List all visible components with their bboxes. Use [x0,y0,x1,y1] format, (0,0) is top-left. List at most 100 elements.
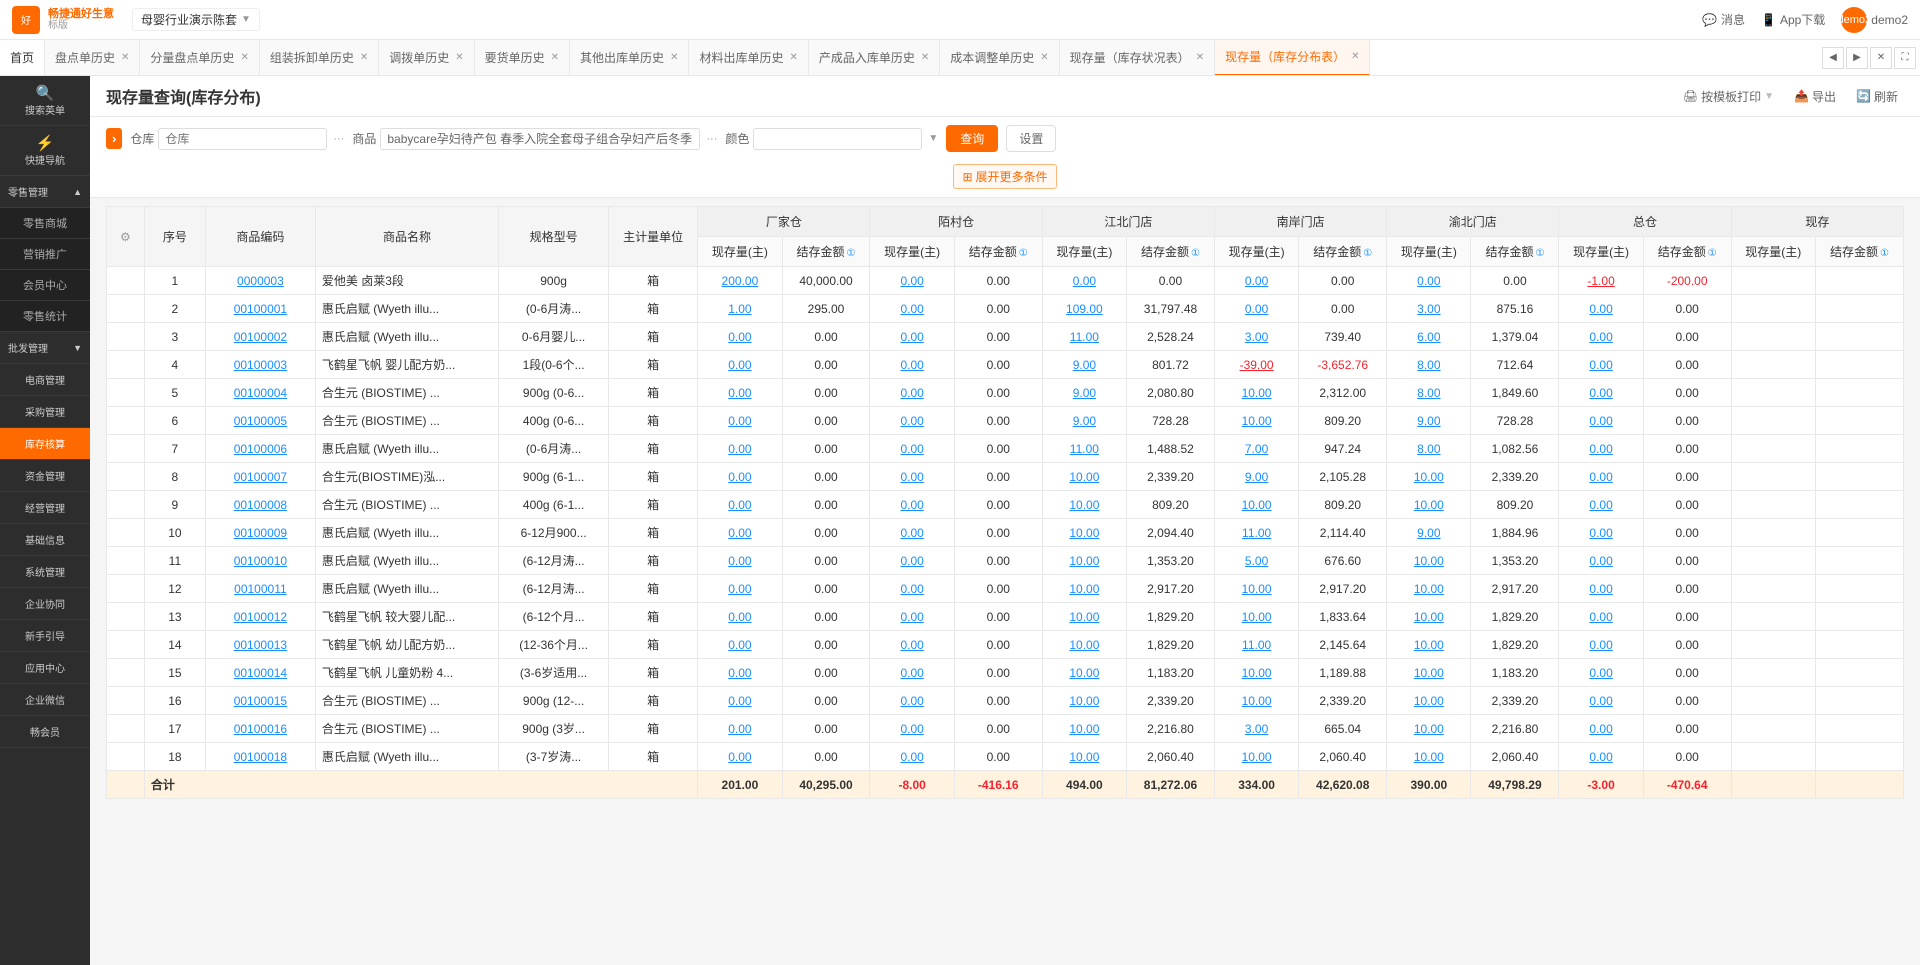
data-table: ⚙ 序号 商品编码 商品名称 规格型号 主计量单位 厂家仓 陌村仓 江北门店 南… [106,206,1904,799]
sidebar-item-guide[interactable]: 新手引导 [0,620,90,652]
sidebar-item-retail[interactable]: 零售管理 ▲ [0,176,90,208]
warehouse-dots[interactable]: ··· [333,133,344,145]
sidebar-submenu-retail: 零售商城 营销推广 会员中心 零售统计 [0,208,90,332]
tab-inventory-history[interactable]: 盘点单历史 ✕ [45,40,140,76]
sidebar-item-ecom[interactable]: 电商管理 [0,364,90,396]
col-yubei-amt: 结存金额① [1471,237,1559,267]
tab-outbound-history[interactable]: 其他出库单历史 ✕ [570,40,689,76]
expand-conditions-btn[interactable]: ⊞ 展开更多条件 [953,164,1056,189]
tab-request-history[interactable]: 要货单历史 ✕ [475,40,570,76]
col-name-header: 商品名称 [315,207,498,267]
logo-text: 畅捷通好生意 标版 [48,8,114,31]
sidebar-item-purchase[interactable]: 采购管理 [0,396,90,428]
table-row: 4 00100003 飞鹤星飞帆 婴儿配方奶... 1段(0-6个... 箱 0… [107,351,1904,379]
tab-bar: 首页 盘点单历史 ✕ 分量盘点单历史 ✕ 组装拆卸单历史 ✕ 调拨单历史 ✕ 要… [0,40,1920,76]
table-row: 18 00100018 惠氏启赋 (Wyeth illu... (3-7岁涛..… [107,743,1904,771]
filter-warehouse: 仓库 ··· [130,128,344,150]
app-download-btn[interactable]: 📱 App下载 [1761,11,1825,28]
sidebar-item-system[interactable]: 系统管理 [0,556,90,588]
col-code-header: 商品编码 [205,207,315,267]
table-row: 13 00100012 飞鹤星飞帆 较大婴儿配... (6-12个月... 箱 … [107,603,1904,631]
color-input[interactable] [753,128,922,150]
col-yubei-qty: 现存量(主) [1387,237,1471,267]
sidebar-item-corp[interactable]: 企业协同 [0,588,90,620]
sidebar-item-quick[interactable]: ⚡ 快捷导航 [0,126,90,176]
sidebar-item-wechat[interactable]: 企业微信 [0,684,90,716]
sidebar-item-retail-shop[interactable]: 零售商城 [0,208,90,239]
table-row: 16 00100015 合生元 (BIOSTIME) ... 900g (12-… [107,687,1904,715]
filter-product: 商品 ··· [352,128,717,150]
table-row: 8 00100007 合生元(BIOSTIME)泓... 900g (6-1..… [107,463,1904,491]
top-bar: 好 畅捷通好生意 标版 母婴行业演示陈套 ▼ 💬 消息 📱 App下载 demo… [0,0,1920,40]
col-nanan-qty: 现存量(主) [1214,237,1298,267]
col-factory-amt: 结存金额① [782,237,870,267]
message-btn[interactable]: 💬 消息 [1702,11,1745,28]
col-spec-header: 规格型号 [499,207,609,267]
sidebar-item-finance[interactable]: 资金管理 [0,460,90,492]
tab-close-btn[interactable]: ✕ [1870,47,1892,69]
col-nanan-header: 南岸门店 [1214,207,1386,237]
print-btn[interactable]: 🖨 按模板打印 ▼ [1677,85,1780,108]
sidebar-item-marketing[interactable]: 营销推广 [0,239,90,270]
tab-material-outbound[interactable]: 材料出库单历史 ✕ [689,40,808,76]
tab-maximize-btn[interactable]: ⛶ [1894,47,1916,69]
tab-partial-history[interactable]: 分量盘点单历史 ✕ [140,40,259,76]
filter-color: 颜色 ▼ [725,128,938,150]
sidebar-item-search[interactable]: 🔍 搜索英单 [0,76,90,126]
col-nanan-amt: 结存金额① [1299,237,1387,267]
sidebar-item-wholesale[interactable]: 批发管理 ▼ [0,332,90,364]
expand-more-bar: ⊞ 展开更多条件 [106,164,1904,189]
col-mocun-qty: 现存量(主) [870,237,954,267]
sidebar-item-basic[interactable]: 基础信息 [0,524,90,556]
table-row: 2 00100001 惠氏启赋 (Wyeth illu... (0-6月涛...… [107,295,1904,323]
table-row: 11 00100010 惠氏启赋 (Wyeth illu... (6-12月涛.… [107,547,1904,575]
filter-expand-btn[interactable]: › [106,128,122,149]
settings-button[interactable]: 设置 [1006,125,1056,152]
sidebar-item-member2[interactable]: 畅会员 [0,716,90,748]
sidebar-item-member[interactable]: 会员中心 [0,270,90,301]
sidebar-item-inventory[interactable]: 库存核算 [0,428,90,460]
column-settings-icon[interactable]: ⚙ [116,228,134,246]
refresh-btn[interactable]: 🔄 刷新 [1850,85,1904,108]
user-info[interactable]: demo2 demo2 [1841,7,1908,33]
table-row: 14 00100013 飞鹤星飞帆 幼儿配方奶... (12-36个月... 箱… [107,631,1904,659]
col-current-qty: 现存量(主) [1731,237,1815,267]
tab-cost-adjust[interactable]: 成本调整单历史 ✕ [940,40,1059,76]
tab-home[interactable]: 首页 [0,40,45,76]
warehouse-input[interactable] [158,128,327,150]
table-row: 7 00100006 惠氏启赋 (Wyeth illu... (0-6月涛...… [107,435,1904,463]
logo-icon: 好 [12,6,40,34]
tab-prev-btn[interactable]: ◀ [1822,47,1844,69]
page-title: 现存量查询(库存分布) [106,84,261,108]
tab-finished-inbound[interactable]: 产成品入库单历史 ✕ [809,40,940,76]
col-total-qty: 现存量(主) [1559,237,1643,267]
industry-dropdown[interactable]: 母婴行业演示陈套 ▼ [132,8,260,31]
col-jiangbei-amt: 结存金额① [1127,237,1215,267]
tab-stock-distribution[interactable]: 现存量（库存分布表） ✕ [1215,40,1370,76]
tab-assembly-history[interactable]: 组装拆卸单历史 ✕ [260,40,379,76]
table-row: 9 00100008 合生元 (BIOSTIME) ... 400g (6-1.… [107,491,1904,519]
page-header: 现存量查询(库存分布) 🖨 按模板打印 ▼ 📤 导出 🔄 刷新 [90,76,1920,117]
product-input[interactable] [380,128,700,150]
sidebar-item-retail-stats[interactable]: 零售统计 [0,301,90,332]
tab-transfer-history[interactable]: 调拨单历史 ✕ [379,40,474,76]
col-settings-header: ⚙ [107,207,145,267]
sidebar-item-apps[interactable]: 应用中心 [0,652,90,684]
sidebar-item-operation[interactable]: 经营管理 [0,492,90,524]
col-total-header: 总仓 [1559,207,1731,237]
col-index-header: 序号 [144,207,205,267]
top-bar-left: 好 畅捷通好生意 标版 母婴行业演示陈套 ▼ [12,6,260,34]
tab-next-btn[interactable]: ▶ [1846,47,1868,69]
export-btn[interactable]: 📤 导出 [1788,85,1842,108]
table-row: 6 00100005 合生元 (BIOSTIME) ... 400g (0-6.… [107,407,1904,435]
product-dots[interactable]: ··· [706,133,717,145]
tab-stock-status[interactable]: 现存量（库存状况表） ✕ [1060,40,1215,76]
table-row: 17 00100016 合生元 (BIOSTIME) ... 900g (3岁.… [107,715,1904,743]
col-total-amt: 结存金额① [1643,237,1731,267]
query-button[interactable]: 查询 [946,125,998,152]
table-row: 10 00100009 惠氏启赋 (Wyeth illu... 6-12月900… [107,519,1904,547]
col-unit-header: 主计量单位 [609,207,698,267]
col-current-amt: 结存金额① [1815,237,1903,267]
avatar: demo2 [1841,7,1867,33]
color-dropdown[interactable]: ▼ [928,133,938,144]
